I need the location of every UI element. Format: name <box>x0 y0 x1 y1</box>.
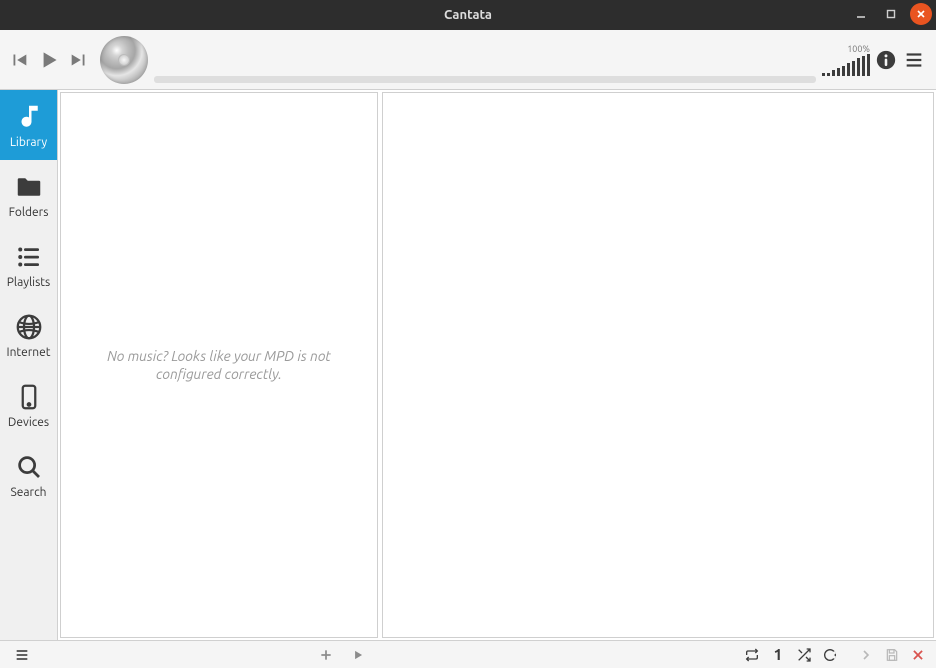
main-body: Library Folders Playlists Internet Devic… <box>0 90 936 640</box>
list-icon <box>14 242 44 272</box>
sidebar: Library Folders Playlists Internet Devic… <box>0 90 58 640</box>
library-empty-message: No music? Looks like your MPD is not con… <box>99 347 339 383</box>
sidebar-item-search[interactable]: Search <box>0 440 57 510</box>
single-mode-button[interactable]: 1 <box>766 641 790 668</box>
sidebar-item-label: Devices <box>8 416 49 429</box>
sidebar-item-playlists[interactable]: Playlists <box>0 230 57 300</box>
sidebar-item-label: Folders <box>9 206 49 219</box>
sidebar-item-library[interactable]: Library <box>0 90 57 160</box>
device-icon <box>14 382 44 412</box>
playqueue-pane <box>382 92 934 638</box>
sidebar-item-internet[interactable]: Internet <box>0 300 57 370</box>
close-button[interactable] <box>910 3 932 25</box>
repeat-button[interactable] <box>740 641 764 668</box>
now-playing-area <box>148 30 822 89</box>
sidebar-menu-button[interactable] <box>8 641 36 668</box>
library-pane: No music? Looks like your MPD is not con… <box>60 92 378 638</box>
window-titlebar: Cantata <box>0 0 936 30</box>
scroll-to-current-button[interactable] <box>854 641 878 668</box>
globe-icon <box>14 312 44 342</box>
add-to-queue-button[interactable] <box>312 641 340 668</box>
progress-bar[interactable] <box>154 76 816 83</box>
play-button[interactable] <box>34 45 64 75</box>
status-bar: 1 <box>0 640 936 668</box>
search-icon <box>14 452 44 482</box>
album-art-placeholder <box>100 36 148 84</box>
replace-queue-button[interactable] <box>344 641 372 668</box>
clear-queue-button[interactable] <box>906 641 930 668</box>
main-menu-button[interactable] <box>900 46 928 74</box>
maximize-button[interactable] <box>880 3 902 25</box>
previous-track-button[interactable] <box>4 45 34 75</box>
volume-percent-label: 100% <box>847 44 870 54</box>
folder-icon <box>14 172 44 202</box>
sidebar-item-folders[interactable]: Folders <box>0 160 57 230</box>
sidebar-item-label: Playlists <box>7 276 50 289</box>
save-playlist-button[interactable] <box>880 641 904 668</box>
sidebar-item-label: Library <box>10 136 47 149</box>
track-info-button[interactable] <box>872 46 900 74</box>
sidebar-item-label: Search <box>10 486 46 499</box>
sidebar-item-label: Internet <box>7 346 51 359</box>
next-track-button[interactable] <box>64 45 94 75</box>
music-note-icon <box>14 102 44 132</box>
sidebar-item-devices[interactable]: Devices <box>0 370 57 440</box>
window-title: Cantata <box>0 8 936 22</box>
playback-toolbar: 100% <box>0 30 936 90</box>
consume-button[interactable] <box>818 641 842 668</box>
window-controls <box>850 3 932 25</box>
shuffle-button[interactable] <box>792 641 816 668</box>
minimize-button[interactable] <box>850 3 872 25</box>
volume-indicator[interactable] <box>822 54 870 76</box>
